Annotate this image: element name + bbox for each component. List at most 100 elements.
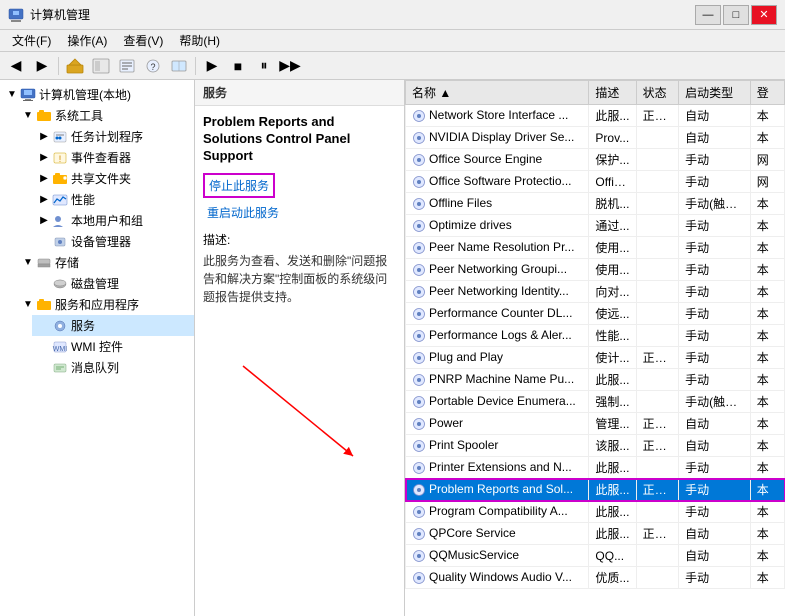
tree-event-viewer[interactable]: ▶ ! 事件查看器 (32, 147, 194, 168)
performance-expand[interactable]: ▶ (36, 194, 52, 205)
view-btn[interactable] (167, 55, 191, 77)
tree-root-expand[interactable]: ▼ (4, 89, 20, 100)
service-logon: 本 (750, 303, 784, 325)
col-header-status[interactable]: 状态 (636, 81, 679, 105)
tree-message-queue[interactable]: 消息队列 (32, 357, 194, 378)
event-viewer-expand[interactable]: ▶ (36, 152, 52, 163)
table-row[interactable]: Portable Device Enumera...强制...手动(触发...本 (406, 391, 785, 413)
services-apps-expand[interactable]: ▼ (20, 299, 36, 310)
service-startup: 自动 (679, 105, 751, 127)
table-row[interactable]: Print Spooler该服...正在...自动本 (406, 435, 785, 457)
up-button[interactable] (63, 55, 87, 77)
service-logon: 本 (750, 215, 784, 237)
service-startup: 手动 (679, 501, 751, 523)
table-row[interactable]: QPCore Service此服...正在...自动本 (406, 523, 785, 545)
service-status (636, 325, 679, 347)
table-row[interactable]: Program Compatibility A...此服...手动本 (406, 501, 785, 523)
table-row[interactable]: Network Store Interface ...此服...正在...自动本 (406, 105, 785, 127)
storage-expand[interactable]: ▼ (20, 257, 36, 268)
tree-storage[interactable]: ▼ 存储 (16, 252, 194, 273)
col-header-startup[interactable]: 启动类型 (679, 81, 751, 105)
table-row[interactable]: Peer Name Resolution Pr...使用...手动本 (406, 237, 785, 259)
start-service-btn[interactable]: ▶ (200, 55, 224, 77)
table-row[interactable]: Performance Counter DL...使远...手动本 (406, 303, 785, 325)
service-name: Portable Device Enumera... (429, 394, 576, 408)
table-row[interactable]: QQMusicServiceQQ...自动本 (406, 545, 785, 567)
service-name: Office Source Engine (429, 152, 542, 166)
maximize-button[interactable]: □ (723, 5, 749, 25)
table-row[interactable]: Power管理...正在...自动本 (406, 413, 785, 435)
service-status (636, 149, 679, 171)
tree-disk-management[interactable]: 磁盘管理 (32, 273, 194, 294)
table-row[interactable]: Optimize drives通过...手动本 (406, 215, 785, 237)
service-status: 正在... (636, 523, 679, 545)
service-desc: Prov... (589, 127, 636, 149)
service-logon: 本 (750, 545, 784, 567)
table-row[interactable]: Peer Networking Groupi...使用...手动本 (406, 259, 785, 281)
table-row[interactable]: Plug and Play使计...正在...手动本 (406, 347, 785, 369)
back-button[interactable]: ◀ (4, 55, 28, 77)
table-row[interactable]: Office Source Engine保护...手动网 (406, 149, 785, 171)
local-users-expand[interactable]: ▶ (36, 215, 52, 226)
properties-btn[interactable] (115, 55, 139, 77)
menu-help[interactable]: 帮助(H) (171, 30, 228, 51)
computer-icon (20, 87, 36, 103)
tree-root[interactable]: ▼ 计算机管理(本地) (0, 84, 194, 105)
col-header-logon[interactable]: 登 (750, 81, 784, 105)
minimize-button[interactable]: — (695, 5, 721, 25)
stop-service-link[interactable]: 停止此服务 (203, 173, 275, 198)
service-desc: 使远... (589, 303, 636, 325)
service-name: Performance Logs & Aler... (429, 328, 572, 342)
close-button[interactable]: ✕ (751, 5, 777, 25)
shared-folders-expand[interactable]: ▶ (36, 173, 52, 184)
col-header-desc[interactable]: 描述 (589, 81, 636, 105)
service-logon: 网 (750, 149, 784, 171)
service-status (636, 303, 679, 325)
table-row[interactable]: Performance Logs & Aler...性能...手动本 (406, 325, 785, 347)
table-row[interactable]: Offline Files脱机...手动(触发...本 (406, 193, 785, 215)
table-row[interactable]: Printer Extensions and N...此服...手动本 (406, 457, 785, 479)
tree-services-apps[interactable]: ▼ 服务和应用程序 (16, 294, 194, 315)
tree-system-tools[interactable]: ▼ 系统工具 (16, 105, 194, 126)
tree-shared-folders[interactable]: ▶ 共享文件夹 (32, 168, 194, 189)
tree-task-scheduler[interactable]: ▶ 任务计划程序 (32, 126, 194, 147)
table-row[interactable]: Problem Reports and Sol...此服...正在...手动本 (406, 479, 785, 501)
menu-view[interactable]: 查看(V) (115, 30, 171, 51)
event-viewer-label: 事件查看器 (71, 149, 131, 166)
menu-file[interactable]: 文件(F) (4, 30, 59, 51)
system-tools-label: 系统工具 (55, 107, 103, 124)
tree-wmi[interactable]: WMI WMI 控件 (32, 336, 194, 357)
table-row[interactable]: PNRP Machine Name Pu...此服...手动本 (406, 369, 785, 391)
service-logon: 本 (750, 193, 784, 215)
service-logon: 本 (750, 369, 784, 391)
service-startup: 手动 (679, 325, 751, 347)
message-queue-icon (52, 360, 68, 376)
table-row[interactable]: Quality Windows Audio V...优质...手动本 (406, 567, 785, 589)
col-header-name[interactable]: 名称 ▲ (406, 81, 589, 105)
tree-device-manager[interactable]: 设备管理器 (32, 231, 194, 252)
table-row[interactable]: Peer Networking Identity...向对...手动本 (406, 281, 785, 303)
restart-service-link[interactable]: 重启动此服务 (203, 202, 396, 223)
svg-text:WMI: WMI (53, 346, 67, 353)
system-tools-icon (36, 108, 52, 124)
tree-local-users[interactable]: ▶ 本地用户和组 (32, 210, 194, 231)
service-desc: 此服... (589, 501, 636, 523)
tree-services[interactable]: 服务 (32, 315, 194, 336)
pause-service-btn[interactable]: ⏸ (252, 55, 276, 77)
services-section-title: 服务 (203, 86, 227, 100)
forward-button[interactable]: ▶ (30, 55, 54, 77)
tree-panel: ▼ 计算机管理(本地) ▼ 系统工具 ▶ (0, 80, 195, 616)
service-name: Plug and Play (429, 350, 503, 364)
tree-performance[interactable]: ▶ 性能 (32, 189, 194, 210)
help-btn[interactable]: ? (141, 55, 165, 77)
service-startup: 自动 (679, 523, 751, 545)
menu-action[interactable]: 操作(A) (59, 30, 115, 51)
service-startup: 手动 (679, 237, 751, 259)
show-hide-btn[interactable] (89, 55, 113, 77)
task-scheduler-expand[interactable]: ▶ (36, 131, 52, 142)
system-tools-expand[interactable]: ▼ (20, 110, 36, 121)
stop-service-btn[interactable]: ■ (226, 55, 250, 77)
table-row[interactable]: NVIDIA Display Driver Se...Prov...自动本 (406, 127, 785, 149)
restart-service-btn[interactable]: ▶▶ (278, 55, 302, 77)
table-row[interactable]: Office Software Protectio...Offic...手动网 (406, 171, 785, 193)
